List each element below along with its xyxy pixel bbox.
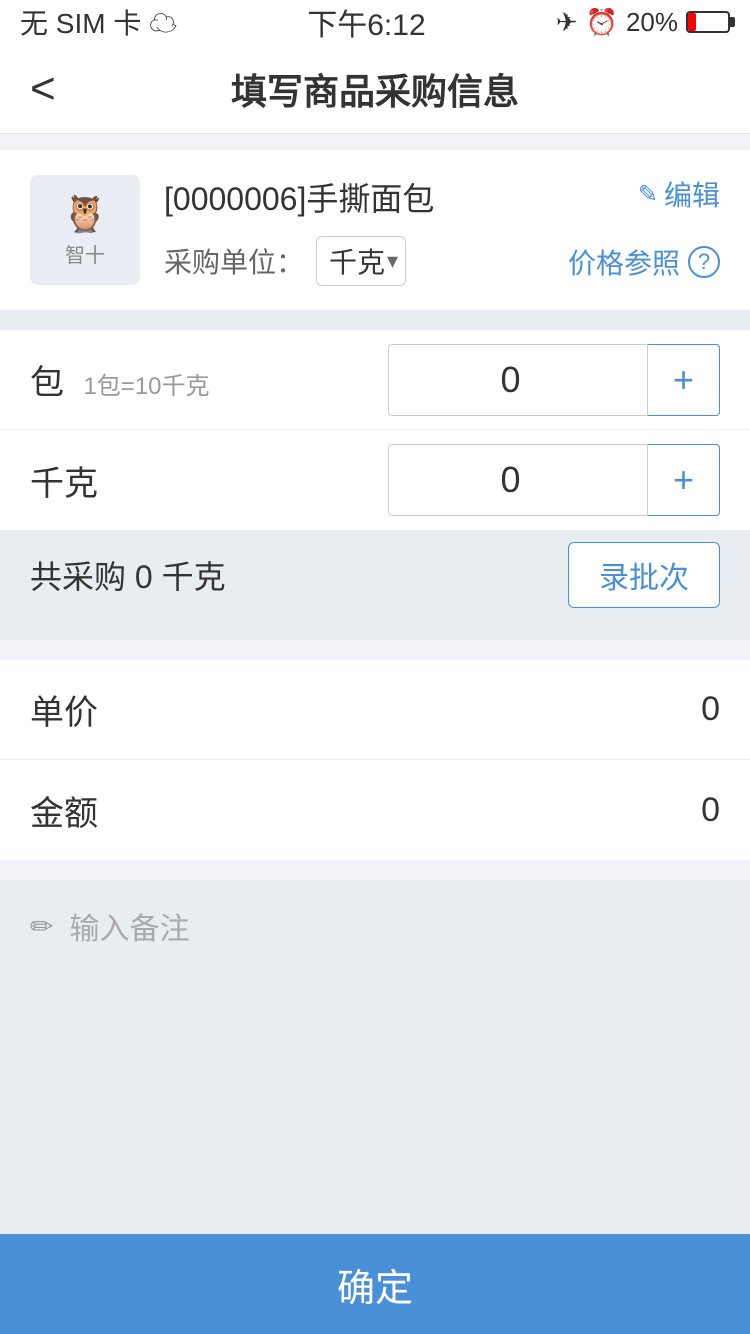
total-label: 共采购 0 千克 <box>30 559 226 595</box>
brand-text: 智十 <box>65 239 105 268</box>
alarm-icon: ⏰ <box>586 7 618 38</box>
quantity-label-bag: 包 1包=10千克 <box>30 355 388 404</box>
remark-placeholder: 输入备注 <box>69 904 189 948</box>
unit-select[interactable]: 千克 <box>316 236 406 286</box>
quantity-input-kg[interactable] <box>388 444 648 516</box>
edit-label: 编辑 <box>664 174 720 214</box>
product-card: 🦉 智十 [0000006]手撕面包 采购单位： 千克 ✎ 编辑 价格参照 ? <box>0 150 750 310</box>
section-divider-1 <box>0 310 750 330</box>
confirm-button[interactable]: 确定 <box>0 1234 750 1334</box>
quantity-input-wrapper-kg: + <box>388 444 720 516</box>
quantity-plus-kg[interactable]: + <box>648 444 720 516</box>
remark-section[interactable]: ✏ 输入备注 <box>0 880 750 972</box>
navigation-icon: ✈ <box>556 7 578 38</box>
battery-icon <box>686 11 730 33</box>
status-bar: 无 SIM 卡 ☁ 下午6:12 ✈ ⏰ 20% <box>0 0 750 44</box>
quantity-plus-bag[interactable]: + <box>648 344 720 416</box>
sim-status: 无 SIM 卡 ☁ <box>20 2 177 42</box>
total-section: 共采购 0 千克 录批次 <box>0 530 750 620</box>
price-label: 单价 <box>30 685 98 734</box>
back-button[interactable]: < <box>30 67 56 111</box>
unit-select-wrapper[interactable]: 千克 <box>316 236 406 286</box>
quantity-label-kg: 千克 <box>30 456 388 505</box>
amount-value: 0 <box>701 791 720 830</box>
info-section: 单价 0 金额 0 <box>0 660 750 860</box>
help-icon: ? <box>688 246 720 278</box>
status-left: 无 SIM 卡 ☁ <box>20 2 177 42</box>
pencil-icon: ✎ <box>638 180 658 209</box>
total-text: 共采购 0 千克 <box>30 552 226 598</box>
status-time: 下午6:12 <box>307 0 425 44</box>
quantity-input-wrapper-bag: + <box>388 344 720 416</box>
quantity-sublabel-bag: 1包=10千克 <box>83 373 209 400</box>
quantity-input-bag[interactable] <box>388 344 648 416</box>
unit-label: 采购单位： <box>164 241 304 281</box>
price-value: 0 <box>701 690 720 729</box>
page-title: 填写商品采购信息 <box>231 63 519 115</box>
info-row-amount: 金额 0 <box>0 760 750 860</box>
quantity-section: 包 1包=10千克 + 千克 + <box>0 330 750 530</box>
section-divider-2 <box>0 620 750 640</box>
nav-bar: < 填写商品采购信息 <box>0 44 750 134</box>
price-ref-button[interactable]: 价格参照 ? <box>568 242 720 282</box>
product-image: 🦉 智十 <box>30 175 140 285</box>
edit-button[interactable]: ✎ 编辑 <box>638 174 720 214</box>
quantity-row-bag: 包 1包=10千克 + <box>0 330 750 430</box>
owl-icon: 🦉 <box>63 193 108 235</box>
quantity-row-kg: 千克 + <box>0 430 750 530</box>
amount-label: 金额 <box>30 786 98 835</box>
status-right: ✈ ⏰ 20% <box>556 7 730 38</box>
remark-pencil-icon: ✏ <box>30 910 53 943</box>
info-row-price: 单价 0 <box>0 660 750 760</box>
batch-button[interactable]: 录批次 <box>568 542 720 608</box>
price-ref-label: 价格参照 <box>568 242 680 282</box>
product-name: [0000006]手撕面包 <box>164 174 720 220</box>
battery-percent: 20% <box>626 7 678 38</box>
